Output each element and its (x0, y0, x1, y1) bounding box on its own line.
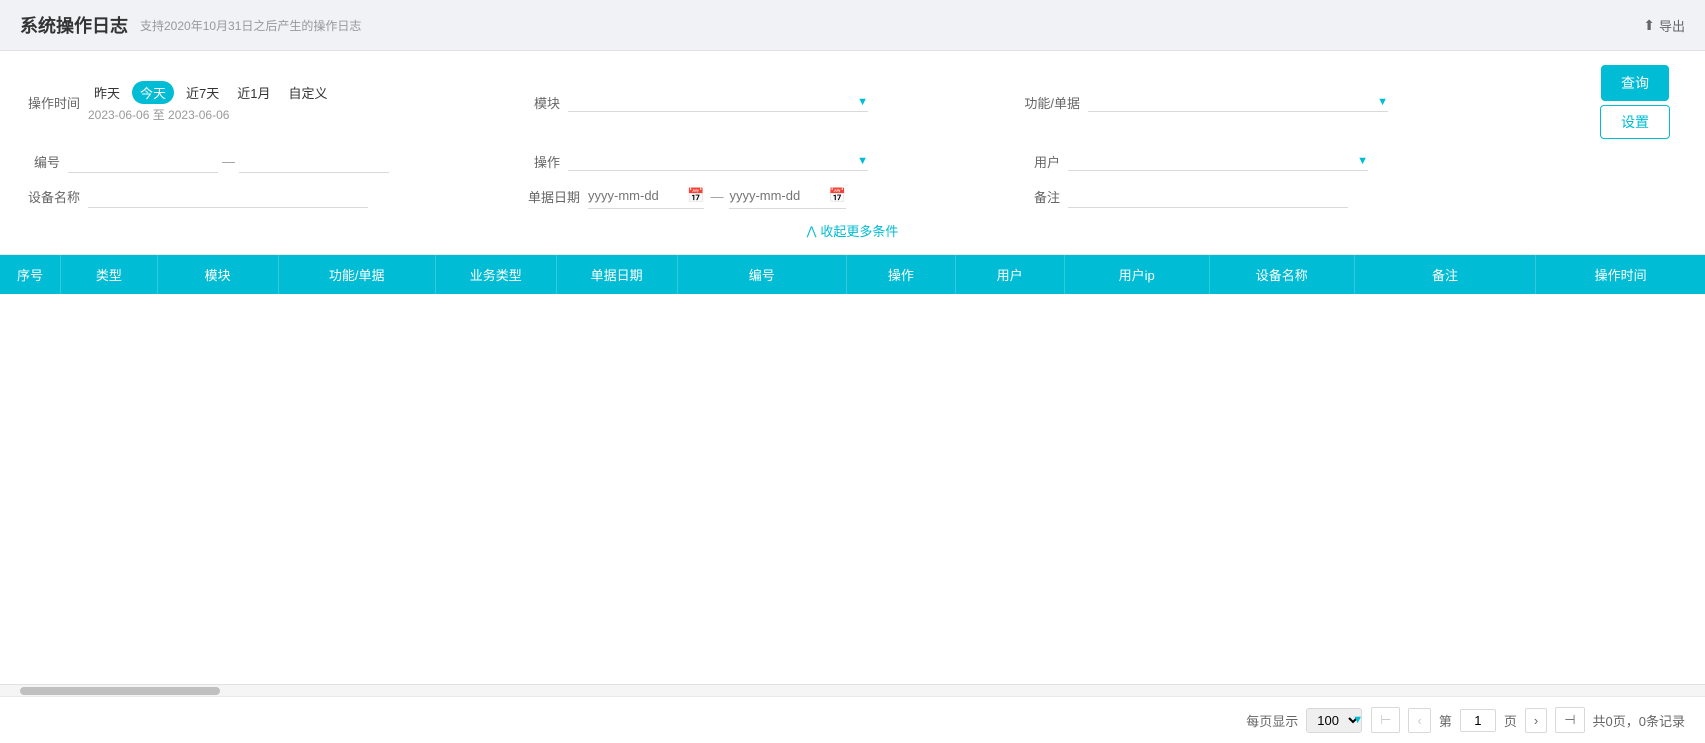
next-page-button[interactable]: › (1525, 708, 1547, 733)
col-bill-date: 单据日期 (556, 255, 677, 294)
device-label: 设备名称 (20, 187, 80, 206)
collapse-button[interactable]: ⋀ 收起更多条件 (807, 221, 899, 240)
time-option-1month[interactable]: 近1月 (231, 81, 276, 104)
last-page-button[interactable]: ⊣ (1555, 707, 1584, 733)
bill-date-from[interactable] (588, 188, 683, 203)
page-title: 系统操作日志 (20, 12, 128, 38)
operation-select[interactable] (568, 153, 857, 168)
calendar-icon-to[interactable]: 📅 (828, 187, 845, 204)
export-label: 导出 (1659, 16, 1685, 35)
filter-row-2: 编号 — 操作 ▼ 用户 (20, 149, 1685, 173)
code-label: 编号 (20, 152, 60, 171)
code-input-to[interactable] (239, 149, 389, 173)
col-biz-type: 业务类型 (435, 255, 556, 294)
time-option-custom[interactable]: 自定义 (283, 81, 334, 104)
col-seq: 序号 (0, 255, 60, 294)
query-button[interactable]: 查询 (1601, 65, 1669, 101)
page-subtitle: 支持2020年10月31日之后产生的操作日志 (140, 17, 361, 34)
bill-date-separator: — (710, 189, 723, 204)
collapse-row: ⋀ 收起更多条件 (20, 215, 1685, 244)
filter-row-3: 设备名称 单据日期 📅 — 📅 备注 (20, 183, 1685, 209)
device-filter-col: 设备名称 (20, 184, 500, 208)
remark-filter-col: 备注 (1020, 184, 1565, 208)
page-header: 系统操作日志 支持2020年10月31日之后产生的操作日志 ⬆ 导出 (0, 0, 1705, 51)
user-select[interactable] (1068, 153, 1357, 168)
first-page-button[interactable]: ⊢ (1371, 707, 1400, 733)
feature-select[interactable] (1088, 94, 1377, 109)
user-filter-col: 用户 ▼ (1020, 151, 1565, 171)
bill-date-to[interactable] (729, 188, 824, 203)
module-select[interactable] (568, 94, 857, 109)
filter-area: 操作时间 昨天 今天 近7天 近1月 自定义 2023-06-06 至 2023… (0, 51, 1705, 255)
time-label: 操作时间 (20, 93, 80, 112)
module-dropdown-wrapper: ▼ (568, 92, 868, 112)
feature-filter-col: 功能/单据 ▼ (1020, 92, 1565, 112)
code-input-from[interactable] (68, 149, 218, 173)
table-container: 序号 类型 模块 功能/单据 业务类型 单据日期 编号 操作 用户 用户ip 设… (0, 255, 1705, 684)
operation-filter-col: 操作 ▼ (520, 151, 1000, 171)
time-option-yesterday[interactable]: 昨天 (88, 81, 126, 104)
data-table: 序号 类型 模块 功能/单据 业务类型 单据日期 编号 操作 用户 用户ip 设… (0, 255, 1705, 294)
pagination-area: 每页显示 100 50 200 ▼ ⊢ ‹ 第 页 › ⊣ 共0页，0条记录 (0, 696, 1705, 743)
button-col: 查询 设置 (1585, 65, 1685, 139)
remark-input[interactable] (1068, 184, 1348, 208)
page-container: 系统操作日志 支持2020年10月31日之后产生的操作日志 ⬆ 导出 操作时间 … (0, 0, 1705, 743)
export-icon: ⬆ (1643, 17, 1655, 34)
code-filter-col: 编号 — (20, 149, 500, 173)
col-operation: 操作 (846, 255, 955, 294)
col-remark: 备注 (1354, 255, 1535, 294)
module-dropdown-arrow: ▼ (857, 96, 868, 108)
col-device: 设备名称 (1209, 255, 1354, 294)
col-user: 用户 (955, 255, 1064, 294)
collapse-label: 收起更多条件 (820, 221, 898, 240)
operation-dropdown-wrapper: ▼ (568, 151, 868, 171)
user-dropdown-wrapper: ▼ (1068, 151, 1368, 171)
user-dropdown-arrow: ▼ (1357, 155, 1368, 167)
filter-row-1: 操作时间 昨天 今天 近7天 近1月 自定义 2023-06-06 至 2023… (20, 65, 1685, 139)
col-code: 编号 (677, 255, 846, 294)
col-user-ip: 用户ip (1064, 255, 1209, 294)
device-input[interactable] (88, 184, 368, 208)
export-button[interactable]: ⬆ 导出 (1643, 16, 1685, 35)
bill-date-filter-col: 单据日期 📅 — 📅 (520, 183, 1000, 209)
user-label: 用户 (1020, 152, 1060, 171)
time-option-today[interactable]: 今天 (132, 81, 174, 104)
remark-label: 备注 (1020, 187, 1060, 206)
col-type: 类型 (60, 255, 157, 294)
table-header: 序号 类型 模块 功能/单据 业务类型 单据日期 编号 操作 用户 用户ip 设… (0, 255, 1705, 294)
bill-date-label: 单据日期 (520, 187, 580, 206)
scrollbar-thumb[interactable] (20, 687, 220, 695)
time-options: 昨天 今天 近7天 近1月 自定义 (88, 81, 334, 104)
operation-dropdown-arrow: ▼ (857, 155, 868, 167)
module-filter-col: 模块 ▼ (520, 92, 1000, 112)
code-separator: — (222, 154, 235, 169)
page-label: 第 (1439, 711, 1452, 730)
page-unit: 页 (1504, 711, 1517, 730)
horizontal-scrollbar[interactable] (0, 684, 1705, 696)
total-info: 共0页，0条记录 (1593, 711, 1685, 730)
page-size-select[interactable]: 100 50 200 (1306, 708, 1362, 733)
collapse-icon: ⋀ (807, 224, 817, 238)
module-label: 模块 (520, 93, 560, 112)
time-range: 2023-06-06 至 2023-06-06 (88, 106, 334, 123)
col-module: 模块 (157, 255, 278, 294)
page-input[interactable] (1460, 709, 1496, 732)
settings-button[interactable]: 设置 (1600, 105, 1670, 139)
col-feature: 功能/单据 (278, 255, 435, 294)
per-page-label: 每页显示 (1246, 711, 1298, 730)
calendar-icon-from[interactable]: 📅 (687, 187, 704, 204)
time-option-7days[interactable]: 近7天 (180, 81, 225, 104)
feature-dropdown-arrow: ▼ (1377, 96, 1388, 108)
col-op-time: 操作时间 (1536, 255, 1705, 294)
operation-label: 操作 (520, 152, 560, 171)
prev-page-button[interactable]: ‹ (1408, 708, 1430, 733)
feature-dropdown-wrapper: ▼ (1088, 92, 1388, 112)
time-filter-col: 操作时间 昨天 今天 近7天 近1月 自定义 2023-06-06 至 2023… (20, 81, 500, 123)
feature-label: 功能/单据 (1020, 93, 1080, 112)
